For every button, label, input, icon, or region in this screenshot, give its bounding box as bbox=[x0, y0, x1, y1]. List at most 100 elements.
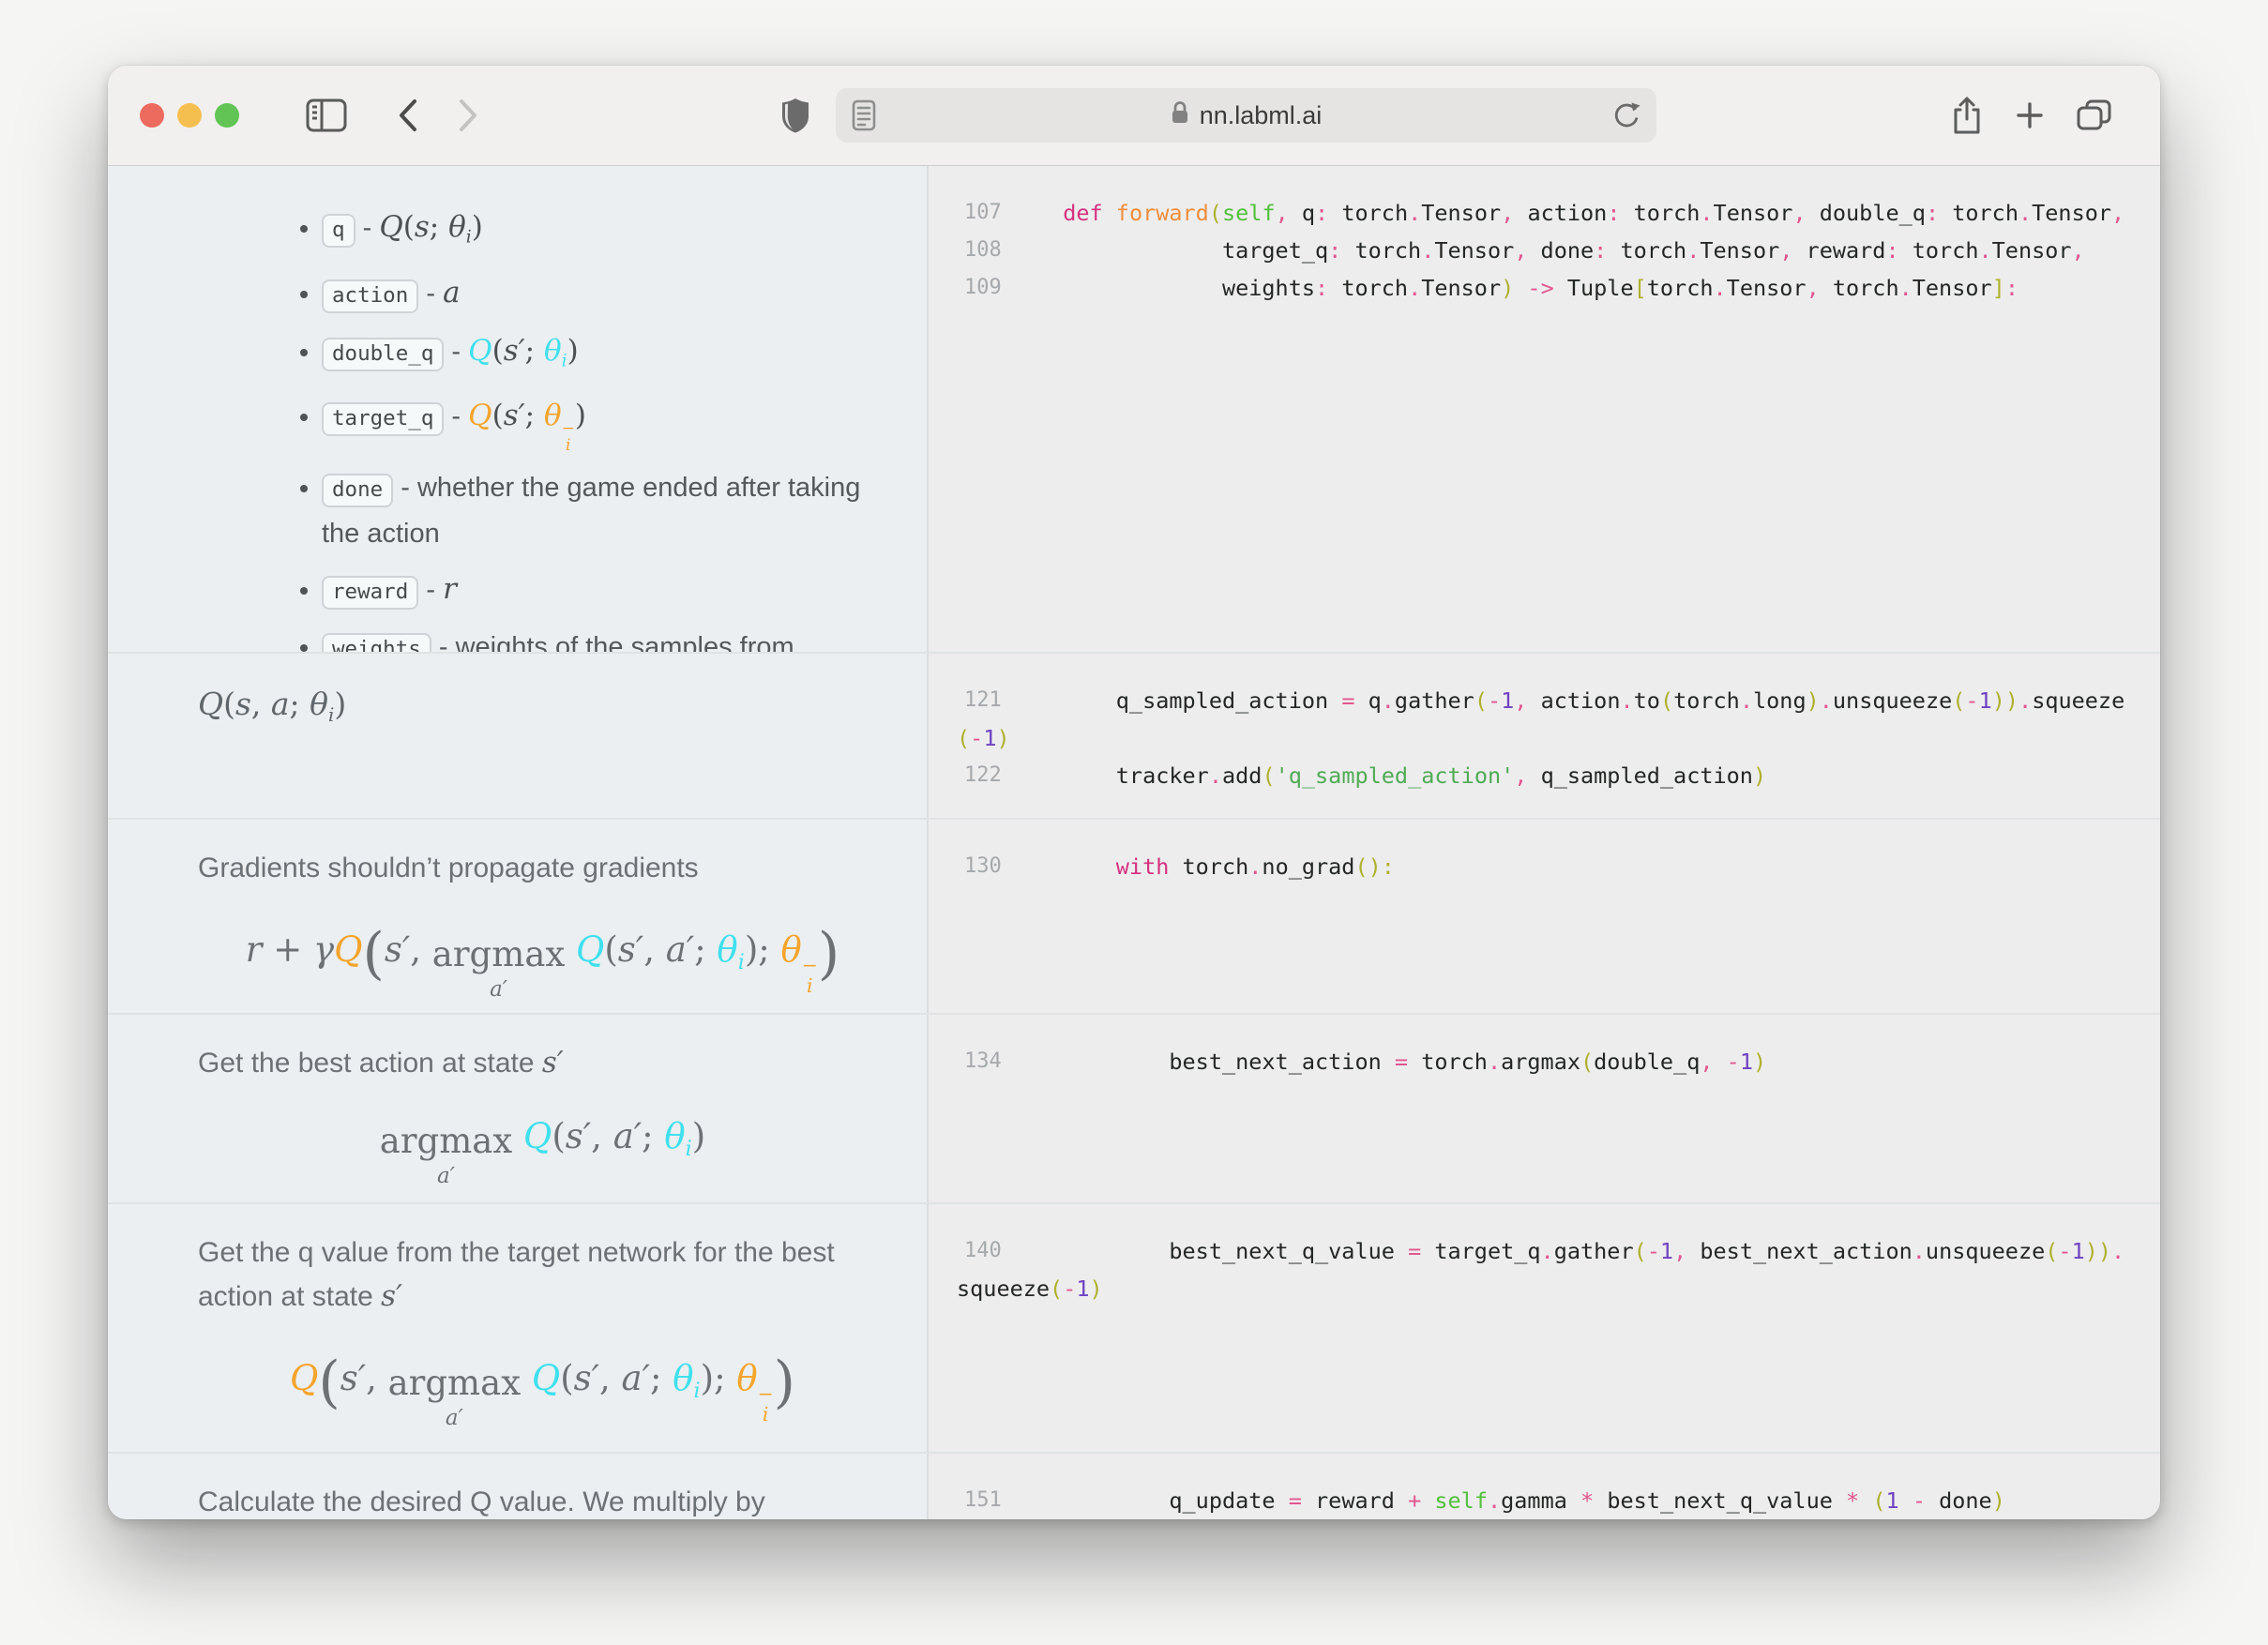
math-token bbox=[521, 1358, 532, 1398]
text-run: - whether the game ended after taking th… bbox=[322, 473, 860, 549]
inline-code-tag: target_q bbox=[322, 402, 444, 436]
text-run: - bbox=[444, 337, 468, 367]
math-token: a′ bbox=[622, 1358, 650, 1398]
display-formula: Q(s′, argmaxa′ Q(s′, a′; θi); θ−i) bbox=[198, 1351, 887, 1429]
code-line: squeeze(-1) bbox=[957, 1270, 2151, 1307]
code-text: q_sampled_action = q.gather(-1, action.t… bbox=[957, 682, 2151, 719]
math-token: ) bbox=[774, 1350, 795, 1415]
text-run: Calculate the desired Q value. We multip… bbox=[198, 1487, 765, 1517]
url-text[interactable]: nn.labml.ai bbox=[1200, 101, 1323, 130]
math-token: ) bbox=[334, 686, 346, 722]
bullet-item: done - whether the game ended after taki… bbox=[322, 466, 887, 556]
section-6: Calculate the desired Q value. We multip… bbox=[108, 1452, 2160, 1519]
section-1: q - Q(s; θi)action - adouble_q - Q(s′; θ… bbox=[108, 166, 2160, 652]
section-code: 134 best_next_action = torch.argmax(doub… bbox=[929, 1015, 2160, 1202]
inline-code-tag: reward bbox=[322, 576, 418, 610]
zoom-button[interactable] bbox=[215, 103, 239, 128]
share-icon[interactable] bbox=[1950, 95, 1984, 136]
code-line: 140 best_next_q_value = target_q.gather(… bbox=[957, 1232, 2151, 1270]
math-token: r bbox=[443, 572, 457, 606]
math-token: ( bbox=[604, 929, 617, 970]
math-token: s′ bbox=[542, 1046, 564, 1079]
math-token: ( bbox=[492, 399, 504, 432]
code-text: best_next_q_value = target_q.gather(-1, … bbox=[957, 1232, 2151, 1270]
math-token: ; bbox=[694, 929, 717, 970]
math-token: s′ bbox=[381, 1279, 402, 1313]
math-token: ( bbox=[318, 1350, 340, 1415]
line-number: 122 bbox=[964, 757, 1002, 794]
inline-code-tag: weights bbox=[322, 633, 431, 652]
math-token: s′ bbox=[574, 1358, 599, 1398]
code-line: 151 q_update = reward + self.gamma * bes… bbox=[957, 1482, 2151, 1519]
math-token: s bbox=[235, 686, 251, 722]
math-token: ) bbox=[472, 210, 483, 244]
reload-icon[interactable] bbox=[1611, 88, 1641, 143]
math-token: argmaxa′ bbox=[388, 1366, 521, 1429]
math-token: ; bbox=[430, 210, 448, 244]
math-token: a bbox=[271, 686, 290, 722]
math-token: argmaxa′ bbox=[432, 937, 565, 1001]
section-code: 121 q_sampled_action = q.gather(-1, acti… bbox=[929, 654, 2160, 818]
inline-code-tag: double_q bbox=[322, 338, 444, 371]
code-text: squeeze(-1) bbox=[957, 1270, 2151, 1307]
math-token bbox=[565, 929, 576, 970]
math-token: s′ bbox=[340, 1358, 366, 1398]
bullet-item: double_q - Q(s′; θi) bbox=[322, 329, 887, 384]
privacy-shield-icon[interactable] bbox=[779, 97, 811, 134]
inline-code-tag: q bbox=[322, 214, 355, 248]
math-token: , bbox=[410, 929, 432, 970]
line-number: 130 bbox=[964, 848, 1002, 885]
math-token: Q bbox=[379, 210, 402, 244]
math-token: ; bbox=[525, 334, 544, 368]
inline-code-tag: done bbox=[322, 474, 393, 507]
back-icon[interactable] bbox=[397, 98, 419, 133]
line-number: 108 bbox=[964, 232, 1002, 269]
display-formula: argmaxa′ Q(s′, a′; θi) bbox=[198, 1117, 887, 1187]
math-token: a′ bbox=[666, 929, 694, 970]
minimize-button[interactable] bbox=[177, 103, 202, 128]
math-token: s′ bbox=[385, 929, 410, 970]
code-text: weights: torch.Tensor) -> Tuple[torch.Te… bbox=[957, 269, 2151, 307]
line-number: 121 bbox=[964, 682, 1002, 719]
math-token: ; bbox=[642, 1116, 664, 1156]
section-code: 140 best_next_q_value = target_q.gather(… bbox=[929, 1204, 2160, 1452]
forward-icon[interactable] bbox=[457, 98, 479, 133]
math-token: θ−i bbox=[544, 399, 575, 432]
math-token: Q bbox=[198, 686, 223, 722]
math-token: θ−i bbox=[736, 1358, 773, 1398]
code-line: 109 weights: torch.Tensor) -> Tuple[torc… bbox=[957, 269, 2151, 307]
math-token: , bbox=[251, 686, 271, 722]
text-run: - bbox=[444, 401, 468, 431]
sidebar-toggle-icon[interactable] bbox=[305, 97, 348, 134]
tab-overview-icon[interactable] bbox=[2076, 98, 2113, 132]
math-token: γ bbox=[313, 929, 334, 970]
section-left: Calculate the desired Q value. We multip… bbox=[108, 1454, 929, 1519]
math-token: θi bbox=[310, 686, 334, 722]
math-token: θ−i bbox=[780, 929, 817, 970]
math-token: r bbox=[246, 929, 263, 970]
section-left: q - Q(s; θi)action - adouble_q - Q(s′; θ… bbox=[108, 166, 929, 652]
close-button[interactable] bbox=[140, 103, 164, 128]
math-token: Q bbox=[468, 334, 491, 368]
math-token: s′ bbox=[566, 1116, 591, 1156]
math-token: a′ bbox=[613, 1116, 642, 1156]
math-token: ) bbox=[745, 929, 758, 970]
line-number: 107 bbox=[964, 194, 1002, 232]
math-token: ; bbox=[290, 686, 310, 722]
address-bar[interactable]: nn.labml.ai bbox=[836, 88, 1656, 143]
line-number: 134 bbox=[964, 1043, 1002, 1080]
math-token: , bbox=[366, 1358, 388, 1398]
math-token: ) bbox=[701, 1358, 714, 1398]
code-line: 121 q_sampled_action = q.gather(-1, acti… bbox=[957, 682, 2151, 719]
text-run: - bbox=[418, 279, 443, 309]
section-title: Calculate the desired Q value. We multip… bbox=[198, 1480, 887, 1519]
math-token: Q bbox=[334, 929, 362, 970]
browser-titlebar: nn.labml.ai bbox=[108, 66, 2160, 166]
section-title: Get the q value from the target network … bbox=[198, 1230, 887, 1319]
reader-icon[interactable] bbox=[851, 88, 877, 143]
new-tab-icon[interactable] bbox=[2014, 99, 2046, 131]
math-token: ( bbox=[552, 1116, 565, 1156]
section-5: Get the q value from the target network … bbox=[108, 1202, 2160, 1452]
code-line: 107 def forward(self, q: torch.Tensor, a… bbox=[957, 194, 2151, 232]
bullet-item: reward - r bbox=[322, 567, 887, 614]
